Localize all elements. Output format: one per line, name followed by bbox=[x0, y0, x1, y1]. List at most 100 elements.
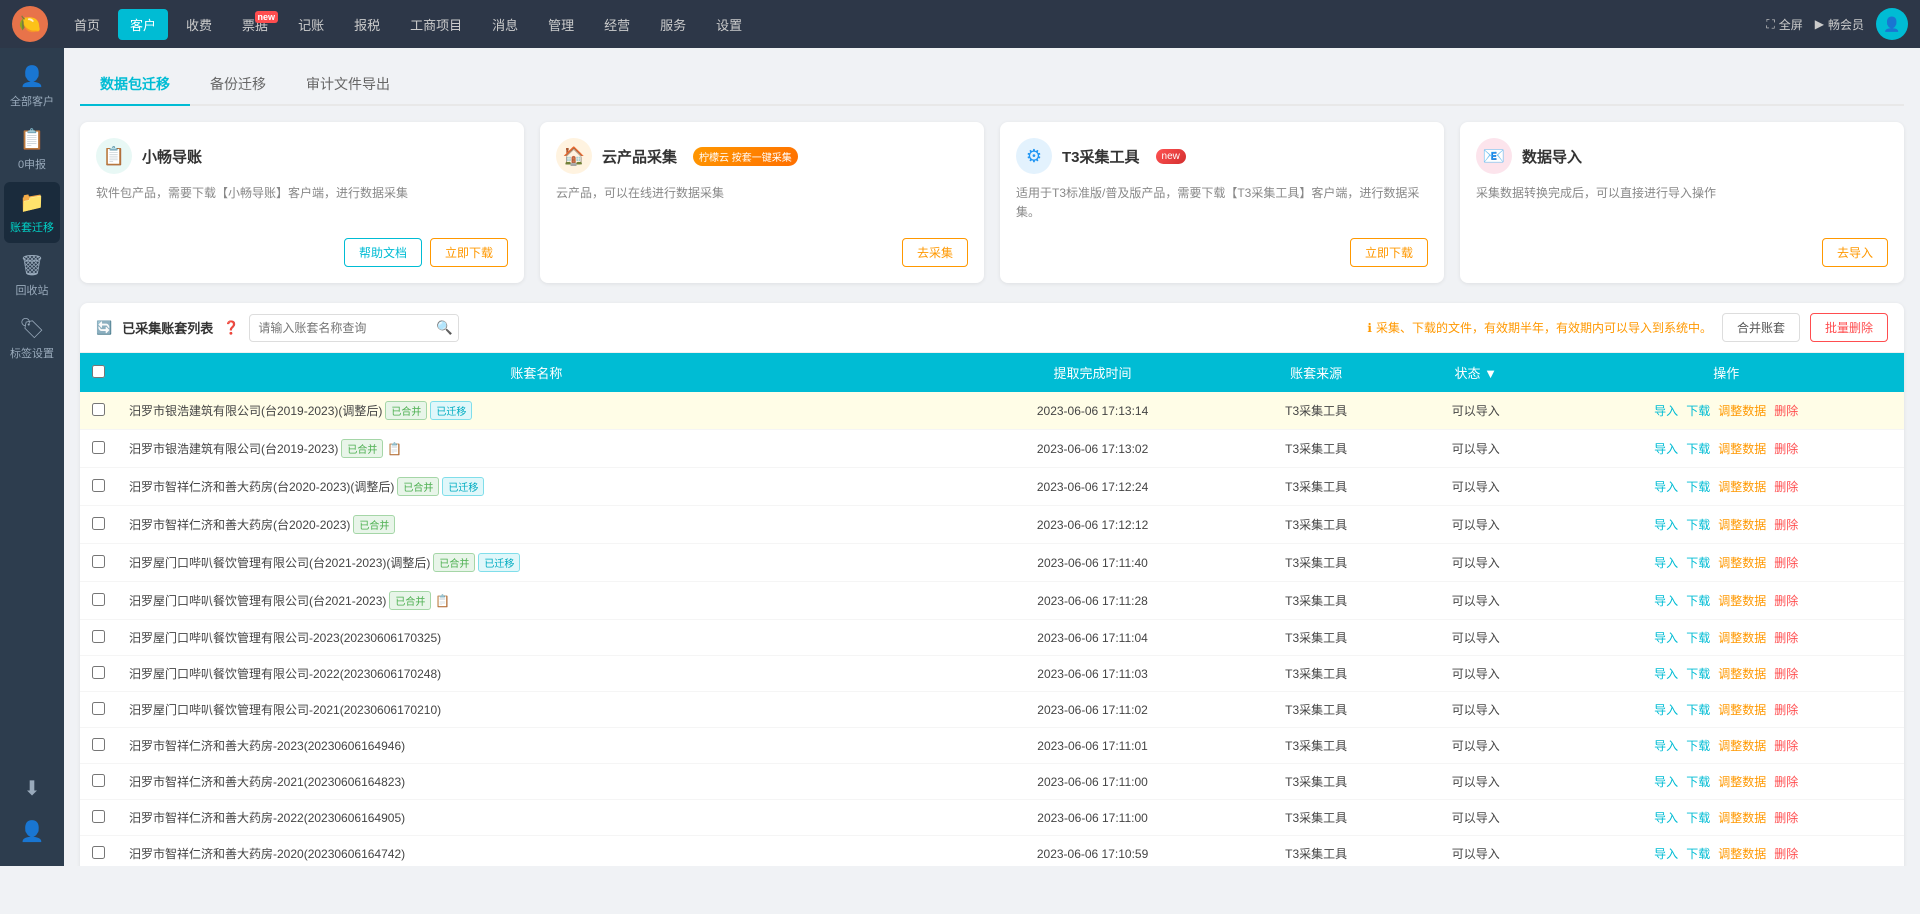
go-import-button[interactable]: 去导入 bbox=[1822, 238, 1888, 267]
go-collect-button[interactable]: 去采集 bbox=[902, 238, 968, 267]
nav-item-operation[interactable]: 经营 bbox=[592, 9, 642, 40]
action-导入[interactable]: 导入 bbox=[1650, 556, 1682, 570]
action-导入[interactable]: 导入 bbox=[1650, 775, 1682, 789]
merge-accounts-button[interactable]: 合并账套 bbox=[1722, 313, 1800, 342]
nav-item-settings[interactable]: 设置 bbox=[704, 9, 754, 40]
action-下载[interactable]: 下载 bbox=[1682, 775, 1714, 789]
batch-delete-button[interactable]: 批量删除 bbox=[1810, 313, 1888, 342]
action-下载[interactable]: 下载 bbox=[1682, 480, 1714, 494]
copy-icon[interactable]: 📋 bbox=[435, 594, 450, 608]
sidebar-item-account-migration[interactable]: 📁 账套迁移 bbox=[4, 182, 60, 243]
action-调整数据[interactable]: 调整数据 bbox=[1714, 594, 1770, 608]
action-下载[interactable]: 下载 bbox=[1682, 811, 1714, 825]
sidebar-item-tag-settings[interactable]: 🏷 标签设置 bbox=[4, 308, 60, 369]
action-下载[interactable]: 下载 bbox=[1682, 739, 1714, 753]
row-checkbox[interactable] bbox=[92, 846, 105, 859]
action-调整数据[interactable]: 调整数据 bbox=[1714, 739, 1770, 753]
action-下载[interactable]: 下载 bbox=[1682, 631, 1714, 645]
action-调整数据[interactable]: 调整数据 bbox=[1714, 775, 1770, 789]
nav-item-fee[interactable]: 收费 bbox=[174, 9, 224, 40]
action-调整数据[interactable]: 调整数据 bbox=[1714, 703, 1770, 717]
download-t3-button[interactable]: 立即下载 bbox=[1350, 238, 1428, 267]
action-导入[interactable]: 导入 bbox=[1650, 518, 1682, 532]
nav-item-service[interactable]: 服务 bbox=[648, 9, 698, 40]
search-input[interactable] bbox=[250, 321, 430, 335]
action-导入[interactable]: 导入 bbox=[1650, 404, 1682, 418]
sidebar-item-all-clients[interactable]: 👤 全部客户 bbox=[4, 56, 60, 117]
action-调整数据[interactable]: 调整数据 bbox=[1714, 631, 1770, 645]
user-avatar[interactable]: 👤 bbox=[1876, 8, 1908, 40]
action-导入[interactable]: 导入 bbox=[1650, 631, 1682, 645]
action-删除[interactable]: 删除 bbox=[1770, 667, 1802, 681]
row-checkbox[interactable] bbox=[92, 630, 105, 643]
search-button[interactable]: 🔍 bbox=[430, 314, 458, 342]
sidebar-download-button[interactable]: ⬇ bbox=[4, 768, 60, 809]
row-checkbox[interactable] bbox=[92, 810, 105, 823]
action-导入[interactable]: 导入 bbox=[1650, 442, 1682, 456]
action-调整数据[interactable]: 调整数据 bbox=[1714, 404, 1770, 418]
action-删除[interactable]: 删除 bbox=[1770, 631, 1802, 645]
nav-item-client[interactable]: 客户 bbox=[118, 9, 168, 40]
action-调整数据[interactable]: 调整数据 bbox=[1714, 667, 1770, 681]
select-all-checkbox-header[interactable] bbox=[80, 353, 117, 392]
col-status[interactable]: 状态 ▼ bbox=[1403, 353, 1548, 392]
help-doc-button[interactable]: 帮助文档 bbox=[344, 238, 422, 267]
action-导入[interactable]: 导入 bbox=[1650, 739, 1682, 753]
nav-item-manage[interactable]: 管理 bbox=[536, 9, 586, 40]
refresh-icon[interactable]: 🔄 bbox=[96, 320, 112, 336]
action-导入[interactable]: 导入 bbox=[1650, 811, 1682, 825]
action-下载[interactable]: 下载 bbox=[1682, 847, 1714, 861]
action-删除[interactable]: 删除 bbox=[1770, 739, 1802, 753]
action-删除[interactable]: 删除 bbox=[1770, 404, 1802, 418]
row-checkbox[interactable] bbox=[92, 479, 105, 492]
action-删除[interactable]: 删除 bbox=[1770, 518, 1802, 532]
action-调整数据[interactable]: 调整数据 bbox=[1714, 480, 1770, 494]
nav-item-home[interactable]: 首页 bbox=[62, 9, 112, 40]
action-下载[interactable]: 下载 bbox=[1682, 442, 1714, 456]
action-下载[interactable]: 下载 bbox=[1682, 594, 1714, 608]
sidebar-item-recycle[interactable]: 🗑 回收站 bbox=[4, 245, 60, 306]
copy-icon[interactable]: 📋 bbox=[387, 442, 402, 456]
fullscreen-button[interactable]: ⛶ 全屏 bbox=[1766, 16, 1802, 33]
nav-item-bookkeeping[interactable]: 记账 bbox=[286, 9, 336, 40]
action-导入[interactable]: 导入 bbox=[1650, 480, 1682, 494]
sidebar-profile-button[interactable]: 👤 bbox=[4, 811, 60, 852]
action-删除[interactable]: 删除 bbox=[1770, 594, 1802, 608]
nav-item-business[interactable]: 工商项目 bbox=[398, 9, 474, 40]
action-调整数据[interactable]: 调整数据 bbox=[1714, 556, 1770, 570]
action-删除[interactable]: 删除 bbox=[1770, 480, 1802, 494]
download-now-button[interactable]: 立即下载 bbox=[430, 238, 508, 267]
action-下载[interactable]: 下载 bbox=[1682, 404, 1714, 418]
nav-item-invoice[interactable]: 票据 new bbox=[230, 9, 280, 40]
row-checkbox[interactable] bbox=[92, 666, 105, 679]
member-button[interactable]: ▶ 畅会员 bbox=[1815, 16, 1864, 33]
row-checkbox[interactable] bbox=[92, 403, 105, 416]
action-导入[interactable]: 导入 bbox=[1650, 847, 1682, 861]
action-删除[interactable]: 删除 bbox=[1770, 811, 1802, 825]
sidebar-item-zero-declaration[interactable]: 📋 0申报 bbox=[4, 119, 60, 180]
action-下载[interactable]: 下载 bbox=[1682, 667, 1714, 681]
row-checkbox[interactable] bbox=[92, 517, 105, 530]
nav-item-message[interactable]: 消息 bbox=[480, 9, 530, 40]
action-导入[interactable]: 导入 bbox=[1650, 594, 1682, 608]
action-导入[interactable]: 导入 bbox=[1650, 703, 1682, 717]
row-checkbox[interactable] bbox=[92, 441, 105, 454]
action-删除[interactable]: 删除 bbox=[1770, 703, 1802, 717]
action-调整数据[interactable]: 调整数据 bbox=[1714, 847, 1770, 861]
action-调整数据[interactable]: 调整数据 bbox=[1714, 518, 1770, 532]
action-下载[interactable]: 下载 bbox=[1682, 703, 1714, 717]
action-删除[interactable]: 删除 bbox=[1770, 775, 1802, 789]
action-删除[interactable]: 删除 bbox=[1770, 847, 1802, 861]
row-checkbox[interactable] bbox=[92, 593, 105, 606]
tab-backup-migration[interactable]: 备份迁移 bbox=[190, 64, 286, 106]
action-下载[interactable]: 下载 bbox=[1682, 556, 1714, 570]
row-checkbox[interactable] bbox=[92, 702, 105, 715]
row-checkbox[interactable] bbox=[92, 738, 105, 751]
action-导入[interactable]: 导入 bbox=[1650, 667, 1682, 681]
action-下载[interactable]: 下载 bbox=[1682, 518, 1714, 532]
action-调整数据[interactable]: 调整数据 bbox=[1714, 811, 1770, 825]
row-checkbox[interactable] bbox=[92, 555, 105, 568]
action-删除[interactable]: 删除 bbox=[1770, 442, 1802, 456]
action-调整数据[interactable]: 调整数据 bbox=[1714, 442, 1770, 456]
row-checkbox[interactable] bbox=[92, 774, 105, 787]
